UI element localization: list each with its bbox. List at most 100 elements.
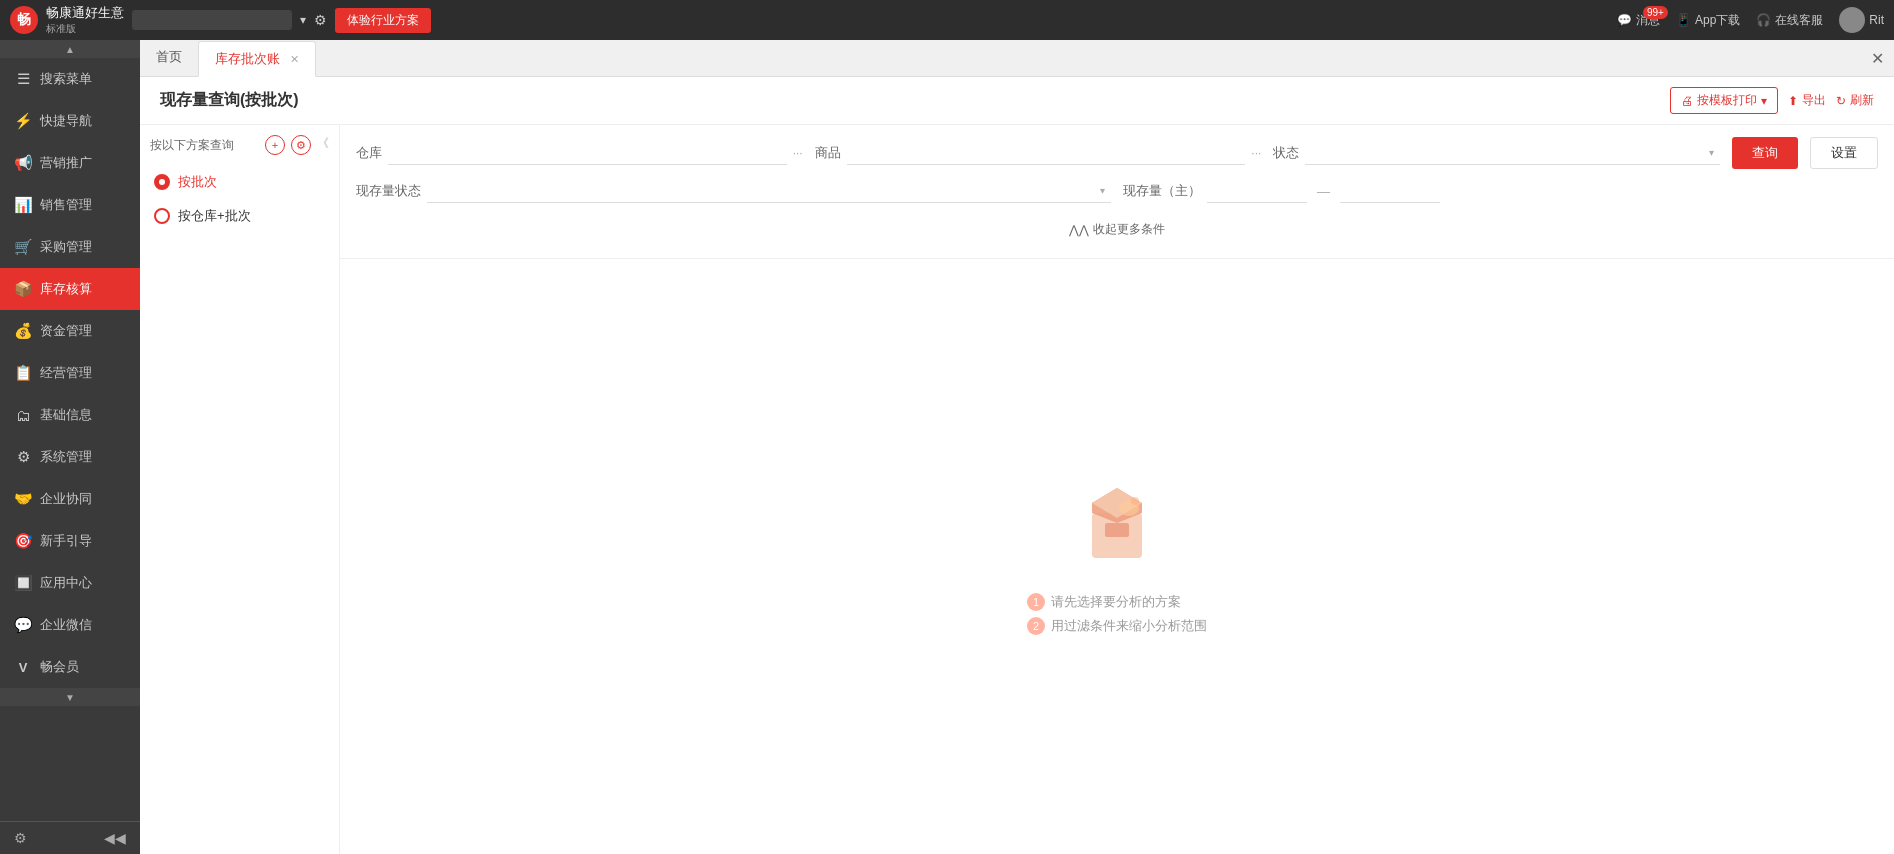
print-dropdown-icon[interactable]: ▾: [1761, 94, 1767, 108]
stock-qty-from-input[interactable]: [1207, 179, 1307, 203]
search-input[interactable]: [132, 10, 292, 30]
sidebar-item-label: 经营管理: [40, 364, 92, 382]
filter-panel-title: 按以下方案查询: [150, 137, 234, 154]
main-content: 按以下方案查询 + ⚙ 《 按批次 按仓库+批次: [140, 125, 1894, 854]
filter-option-batch[interactable]: 按批次: [150, 165, 329, 199]
collapse-filter-button[interactable]: 《: [317, 135, 329, 155]
status-select[interactable]: [1311, 145, 1709, 160]
brand-info: 畅康通好生意 标准版: [46, 4, 124, 36]
add-scheme-button[interactable]: +: [265, 135, 285, 155]
query-area: 仓库 ··· 商品 ··· 状态: [340, 125, 1894, 854]
refresh-button[interactable]: ↻ 刷新: [1836, 92, 1874, 109]
top-bar-left: 畅 畅康通好生意 标准版 ▾ ⚙ 体验行业方案: [10, 4, 431, 36]
page-header-actions: 🖨 按模板打印 ▾ ⬆ 导出 ↻ 刷新: [1670, 87, 1874, 114]
sidebar-item-label: 销售管理: [40, 196, 92, 214]
tab-close-icon[interactable]: ✕: [290, 53, 299, 65]
vip-icon: V: [14, 658, 32, 676]
stock-status-select[interactable]: [433, 183, 1100, 198]
close-panel-icon[interactable]: ✕: [1871, 49, 1884, 68]
warehouse-label: 仓库: [356, 144, 382, 162]
sidebar-item-vip[interactable]: V 畅会员: [0, 646, 140, 688]
tab-inventory-batch-label: 库存批次账: [215, 51, 280, 66]
message-badge: 99+: [1643, 6, 1668, 19]
sidebar-item-label: 企业协同: [40, 490, 92, 508]
sidebar-item-finance[interactable]: 💰 资金管理: [0, 310, 140, 352]
sidebar-scroll-up[interactable]: ▲: [0, 40, 140, 58]
sidebar-bottom: ⚙ ◀◀: [0, 821, 140, 854]
experience-button[interactable]: 体验行业方案: [335, 8, 431, 33]
stock-qty-to-input[interactable]: [1340, 179, 1440, 203]
filter-panel-icons: + ⚙ 《: [265, 135, 329, 155]
svg-point-5: [1131, 497, 1139, 505]
status-label: 状态: [1273, 144, 1299, 162]
settings-button[interactable]: 设置: [1810, 137, 1878, 169]
sidebar-item-operation[interactable]: 📋 经营管理: [0, 352, 140, 394]
refresh-icon: ↻: [1836, 94, 1846, 108]
collapse-sidebar-icon[interactable]: ◀◀: [104, 830, 126, 846]
top-bar: 畅 畅康通好生意 标准版 ▾ ⚙ 体验行业方案 💬 消息 99+ 📱 App下载…: [0, 0, 1894, 40]
sidebar-item-sales[interactable]: 📊 销售管理: [0, 184, 140, 226]
sidebar-item-purchase[interactable]: 🛒 采购管理: [0, 226, 140, 268]
handshake-icon: 🤝: [14, 490, 32, 508]
stock-status-select-wrapper[interactable]: ▾: [427, 179, 1111, 203]
export-button[interactable]: ⬆ 导出: [1788, 92, 1826, 109]
page-title: 现存量查询(按批次): [160, 90, 299, 111]
tab-inventory-batch[interactable]: 库存批次账 ✕: [198, 41, 316, 77]
stock-qty-field: 现存量（主） —: [1123, 179, 1878, 203]
warehouse-dots-icon[interactable]: ···: [793, 146, 803, 160]
filter-bar: 仓库 ··· 商品 ··· 状态: [340, 125, 1894, 259]
settings-scheme-button[interactable]: ⚙: [291, 135, 311, 155]
refresh-label: 刷新: [1850, 92, 1874, 109]
sidebar-item-enterprise[interactable]: 🤝 企业协同: [0, 478, 140, 520]
empty-tips: 1 请先选择要分析的方案 2 用过滤条件来缩小分析范围: [1027, 593, 1207, 641]
messages-item[interactable]: 💬 消息 99+: [1617, 12, 1660, 29]
app-download-item[interactable]: 📱 App下载: [1676, 12, 1740, 29]
brand-edition: 标准版: [46, 22, 124, 36]
sidebar-item-marketing[interactable]: 📢 营销推广: [0, 142, 140, 184]
warehouse-input[interactable]: [388, 141, 787, 165]
tip-num-2: 2: [1027, 617, 1045, 635]
tab-home-label: 首页: [156, 49, 182, 64]
user-item[interactable]: Rit: [1839, 7, 1884, 33]
online-service-label: 在线客服: [1775, 12, 1823, 29]
app-download-label: App下载: [1695, 12, 1740, 29]
collapse-more-label: 收起更多条件: [1093, 221, 1165, 238]
query-button[interactable]: 查询: [1732, 137, 1798, 169]
sidebar-item-system[interactable]: ⚙ 系统管理: [0, 436, 140, 478]
print-button[interactable]: 🖨 按模板打印 ▾: [1670, 87, 1778, 114]
page-header: 现存量查询(按批次) 🖨 按模板打印 ▾ ⬆ 导出 ↻ 刷新: [140, 77, 1894, 125]
online-service-item[interactable]: 🎧 在线客服: [1756, 12, 1823, 29]
status-select-wrapper[interactable]: ▾: [1305, 141, 1720, 165]
stock-qty-label: 现存量（主）: [1123, 182, 1201, 200]
goods-label: 商品: [815, 144, 841, 162]
main-layout: ▲ ☰ 搜索菜单 ⚡ 快捷导航 📢 营销推广 📊 销售管理 🛒 采购管理 📦 库…: [0, 40, 1894, 854]
empty-tip-2: 2 用过滤条件来缩小分析范围: [1027, 617, 1207, 635]
sidebar-item-inventory[interactable]: 📦 库存核算: [0, 268, 140, 310]
collapse-more-button[interactable]: ⋀⋀ 收起更多条件: [356, 213, 1878, 246]
tip-text-1: 请先选择要分析的方案: [1051, 593, 1181, 611]
chart-icon: 📊: [14, 196, 32, 214]
empty-icon: [1067, 473, 1167, 573]
settings-bottom-icon[interactable]: ⚙: [14, 830, 27, 846]
sidebar-item-wechat[interactable]: 💬 企业微信: [0, 604, 140, 646]
goods-field: 商品 ···: [815, 141, 1262, 165]
goods-input[interactable]: [847, 141, 1246, 165]
sidebar-item-basic[interactable]: 🗂 基础信息: [0, 394, 140, 436]
gear-icon[interactable]: ⚙: [314, 12, 327, 28]
user-name: Rit: [1869, 13, 1884, 27]
goods-dots-icon[interactable]: ···: [1251, 146, 1261, 160]
status-field: 状态 ▾: [1273, 141, 1720, 165]
sidebar-item-quick-nav[interactable]: ⚡ 快捷导航: [0, 100, 140, 142]
folder-icon: 🗂: [14, 406, 32, 424]
dropdown-button[interactable]: ▾: [300, 13, 306, 27]
tab-home[interactable]: 首页: [140, 40, 198, 76]
sidebar-item-search[interactable]: ☰ 搜索菜单: [0, 58, 140, 100]
sidebar-scroll-down[interactable]: ▼: [0, 688, 140, 706]
tab-bar: 首页 库存批次账 ✕ ✕: [140, 40, 1894, 77]
tip-num-1: 1: [1027, 593, 1045, 611]
sidebar-item-label: 畅会员: [40, 658, 79, 676]
sidebar-item-newguide[interactable]: 🎯 新手引导: [0, 520, 140, 562]
sidebar-item-appstore[interactable]: 🔲 应用中心: [0, 562, 140, 604]
printer-icon: 🖨: [1681, 94, 1693, 108]
filter-option-warehouse-batch[interactable]: 按仓库+批次: [150, 199, 329, 233]
